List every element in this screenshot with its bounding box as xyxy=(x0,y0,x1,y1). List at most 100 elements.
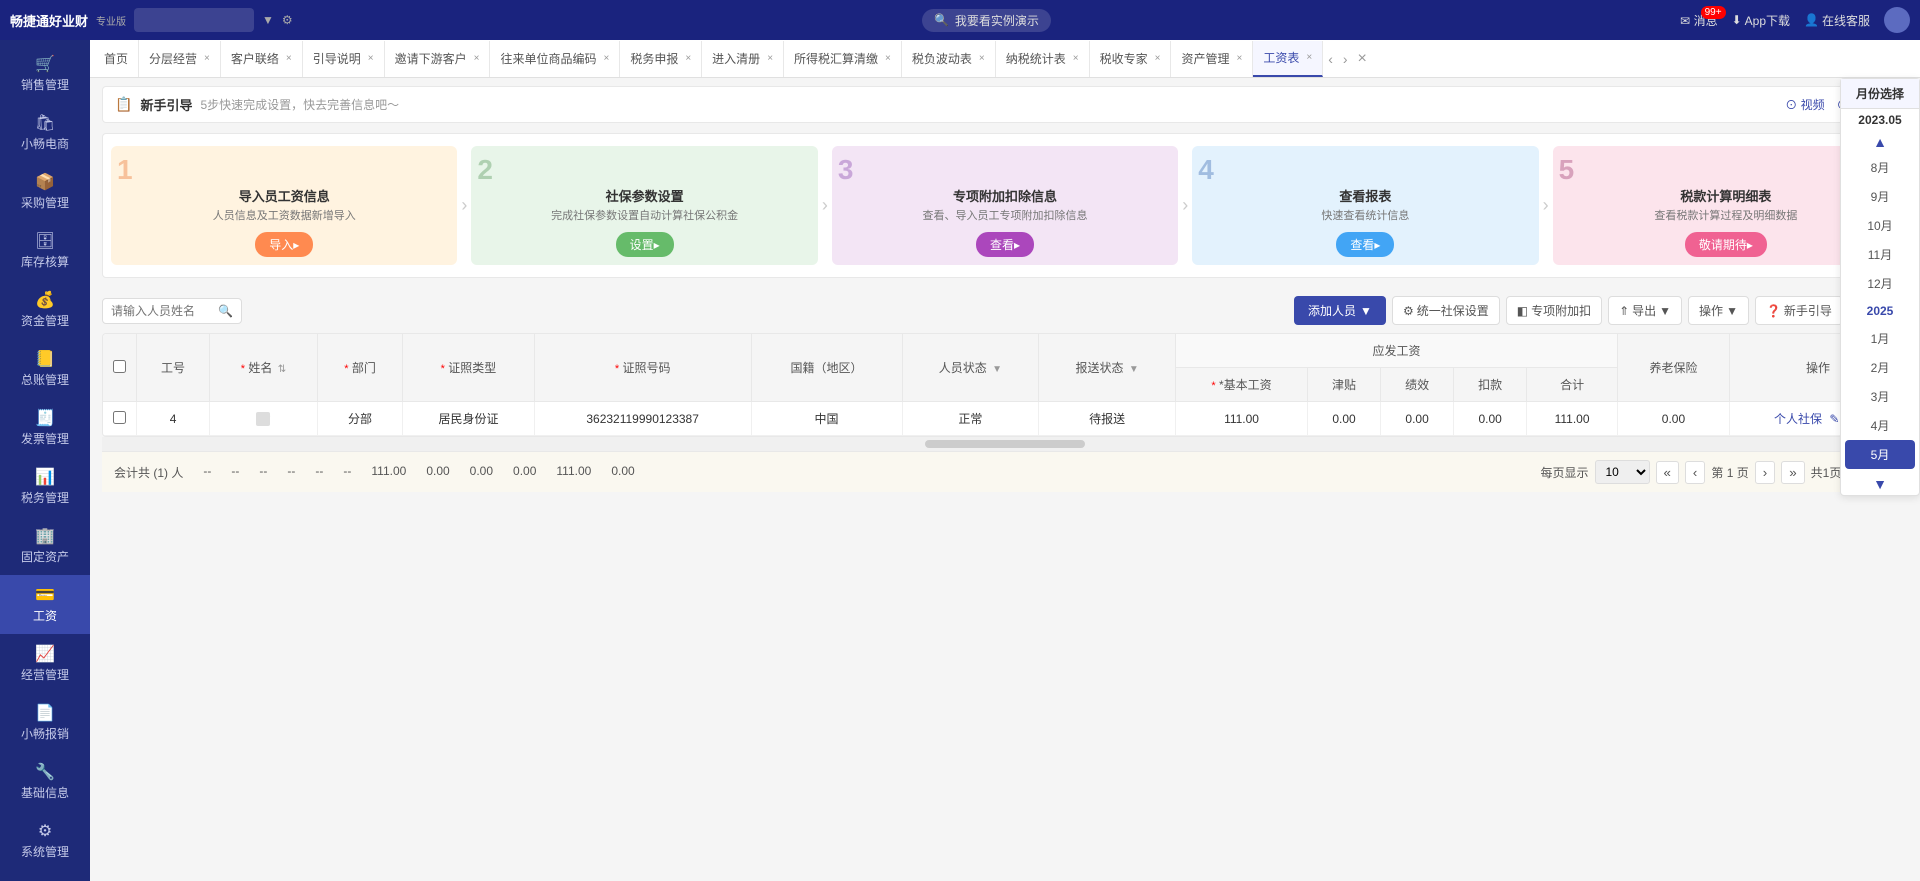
sidebar-item-salary[interactable]: 💳 工资 xyxy=(0,575,90,634)
month-item-4[interactable]: 4月 xyxy=(1841,411,1919,440)
edit-link[interactable]: ✎ xyxy=(1829,412,1839,426)
month-item-8[interactable]: 8月 xyxy=(1841,153,1919,182)
tab-close-2[interactable]: × xyxy=(368,53,374,64)
sidebar-item-finance[interactable]: 💰 资金管理 xyxy=(0,280,90,339)
step-btn-3[interactable]: 查看▸ xyxy=(976,232,1034,257)
footer-dash-2: -- xyxy=(231,464,239,481)
tab-item-4[interactable]: 往来单位商品编码 × xyxy=(490,41,620,77)
user-avatar[interactable] xyxy=(1884,7,1910,33)
tab-close-6[interactable]: × xyxy=(767,53,773,64)
tab-item-3[interactable]: 邀请下游客户 × xyxy=(385,41,491,77)
sidebar-item-ecommerce[interactable]: 🛍 小畅电商 xyxy=(0,103,90,162)
month-item-12[interactable]: 12月 xyxy=(1841,269,1919,298)
app-download-btn[interactable]: ⬇ App下载 xyxy=(1732,12,1790,29)
purchase-icon: 📦 xyxy=(4,172,86,192)
operate-btn[interactable]: 操作 ▼ xyxy=(1688,296,1749,325)
sidebar-item-sales[interactable]: 🛒 销售管理 xyxy=(0,44,90,103)
export-btn[interactable]: ⇑ 导出 ▼ xyxy=(1608,296,1682,325)
tab-close-4[interactable]: × xyxy=(603,53,609,64)
page-last-btn[interactable]: » xyxy=(1781,461,1804,484)
sidebar-item-enterprise[interactable]: 🤝 企业协同 xyxy=(0,870,90,881)
horizontal-scrollbar[interactable] xyxy=(102,437,1908,451)
tab-item-5[interactable]: 税务申报 × xyxy=(620,41,702,77)
tab-close-0[interactable]: × xyxy=(204,53,210,64)
personal-insurance-link[interactable]: 个人社保 xyxy=(1774,412,1822,426)
month-panel: 月份选择 2023.05 ▲ 8月 9月 10月 11月 12月 2025 1月… xyxy=(1840,78,1920,496)
tab-close-3[interactable]: × xyxy=(474,53,480,64)
th-pension: 养老保险 xyxy=(1617,334,1729,402)
step-arrow-1: › xyxy=(457,146,471,265)
select-all-checkbox[interactable] xyxy=(113,360,126,373)
tab-item-8[interactable]: 税负波动表 × xyxy=(902,41,996,77)
tab-close-10[interactable]: × xyxy=(1155,53,1161,64)
sidebar-item-system[interactable]: ⚙ 系统管理 xyxy=(0,811,90,870)
month-item-11[interactable]: 11月 xyxy=(1841,240,1919,269)
sidebar-item-basic[interactable]: 🔧 基础信息 xyxy=(0,752,90,811)
tab-close-9[interactable]: × xyxy=(1073,53,1079,64)
footer-deduction-sum: 0.00 xyxy=(513,464,536,481)
sidebar-item-fixed[interactable]: 🏢 固定资产 xyxy=(0,516,90,575)
video-link[interactable]: ⊙ 视频 xyxy=(1785,96,1824,113)
sidebar-item-report[interactable]: 📄 小畅报销 xyxy=(0,693,90,752)
step-btn-2[interactable]: 设置▸ xyxy=(616,232,674,257)
tab-item-0[interactable]: 分层经营 × xyxy=(139,41,221,77)
online-service-btn[interactable]: 👤 在线客服 xyxy=(1804,12,1870,29)
tab-item-6[interactable]: 进入清册 × xyxy=(702,41,784,77)
page-next-btn[interactable]: › xyxy=(1755,461,1775,484)
month-item-3[interactable]: 3月 xyxy=(1841,382,1919,411)
chevron-down-icon[interactable]: ▼ xyxy=(262,13,274,27)
month-item-9[interactable]: 9月 xyxy=(1841,182,1919,211)
tab-next-btn[interactable]: › xyxy=(1338,51,1353,67)
tab-close-8[interactable]: × xyxy=(979,53,985,64)
new-guide-btn[interactable]: ❓ 新手引导 xyxy=(1755,296,1843,325)
tab-close-7[interactable]: × xyxy=(885,53,891,64)
page-size-select[interactable]: 10 20 50 100 xyxy=(1595,460,1650,484)
sidebar-item-tax[interactable]: 📊 税务管理 xyxy=(0,457,90,516)
company-selector[interactable] xyxy=(134,8,254,32)
page-first-btn[interactable]: « xyxy=(1656,461,1679,484)
month-down-btn[interactable]: ▼ xyxy=(1873,476,1887,492)
sidebar-item-invoice[interactable]: 🧾 发票管理 xyxy=(0,398,90,457)
notification-btn[interactable]: ✉ 消息 99+ xyxy=(1680,12,1717,29)
sidebar-item-operations[interactable]: 📈 经营管理 xyxy=(0,634,90,693)
tab-item-9[interactable]: 纳税统计表 × xyxy=(996,41,1090,77)
tab-home[interactable]: 首页 xyxy=(94,40,139,77)
month-item-10[interactable]: 10月 xyxy=(1841,211,1919,240)
tab-close-12[interactable]: × xyxy=(1306,52,1312,63)
tab-close-11[interactable]: × xyxy=(1236,53,1242,64)
tab-item-7[interactable]: 所得税汇算清缴 × xyxy=(784,41,902,77)
name-sort-icon[interactable]: ⇅ xyxy=(278,364,286,375)
tab-item-12[interactable]: 工资表 × xyxy=(1253,41,1323,77)
row-checkbox[interactable] xyxy=(113,411,126,424)
tab-item-10[interactable]: 税收专家 × xyxy=(1090,41,1172,77)
sidebar-item-purchase[interactable]: 📦 采购管理 xyxy=(0,162,90,221)
step-btn-5[interactable]: 敬请期待▸ xyxy=(1685,232,1767,257)
month-item-5[interactable]: 5月 xyxy=(1845,440,1915,469)
month-up-btn[interactable]: ▲ xyxy=(1873,134,1887,150)
tab-close-all-btn[interactable]: × xyxy=(1353,50,1372,68)
search-input[interactable] xyxy=(111,304,214,318)
settings-icon[interactable]: ⚙ xyxy=(282,13,293,27)
month-item-2[interactable]: 2月 xyxy=(1841,353,1919,382)
sidebar-item-inventory[interactable]: 🗄 库存核算 xyxy=(0,221,90,280)
page-prev-btn[interactable]: ‹ xyxy=(1685,461,1705,484)
report-filter-icon[interactable]: ▼ xyxy=(1129,364,1139,375)
tab-close-1[interactable]: × xyxy=(286,53,292,64)
special-deduction-btn[interactable]: ◧ 专项附加扣 xyxy=(1506,296,1602,325)
social-insurance-setting-btn[interactable]: ⚙ 统一社保设置 xyxy=(1392,296,1500,325)
tab-prev-btn[interactable]: ‹ xyxy=(1323,51,1338,67)
scrollbar-thumb[interactable] xyxy=(925,440,1085,448)
step-btn-4[interactable]: 查看▸ xyxy=(1336,232,1394,257)
step-btn-1[interactable]: 导入▸ xyxy=(255,232,313,257)
status-filter-icon[interactable]: ▼ xyxy=(992,364,1002,375)
demo-search[interactable]: 🔍 我要看实例演示 xyxy=(922,9,1051,32)
tab-item-11[interactable]: 资产管理 × xyxy=(1171,41,1253,77)
sidebar-item-ledger[interactable]: 📒 总账管理 xyxy=(0,339,90,398)
tab-item-1[interactable]: 客户联络 × xyxy=(221,41,303,77)
notification-badge: 99+ xyxy=(1701,6,1726,19)
tab-item-2[interactable]: 引导说明 × xyxy=(303,41,385,77)
search-icon[interactable]: 🔍 xyxy=(218,304,233,318)
tab-close-5[interactable]: × xyxy=(685,53,691,64)
add-person-btn[interactable]: 添加人员 ▼ xyxy=(1294,296,1386,325)
month-item-1[interactable]: 1月 xyxy=(1841,324,1919,353)
